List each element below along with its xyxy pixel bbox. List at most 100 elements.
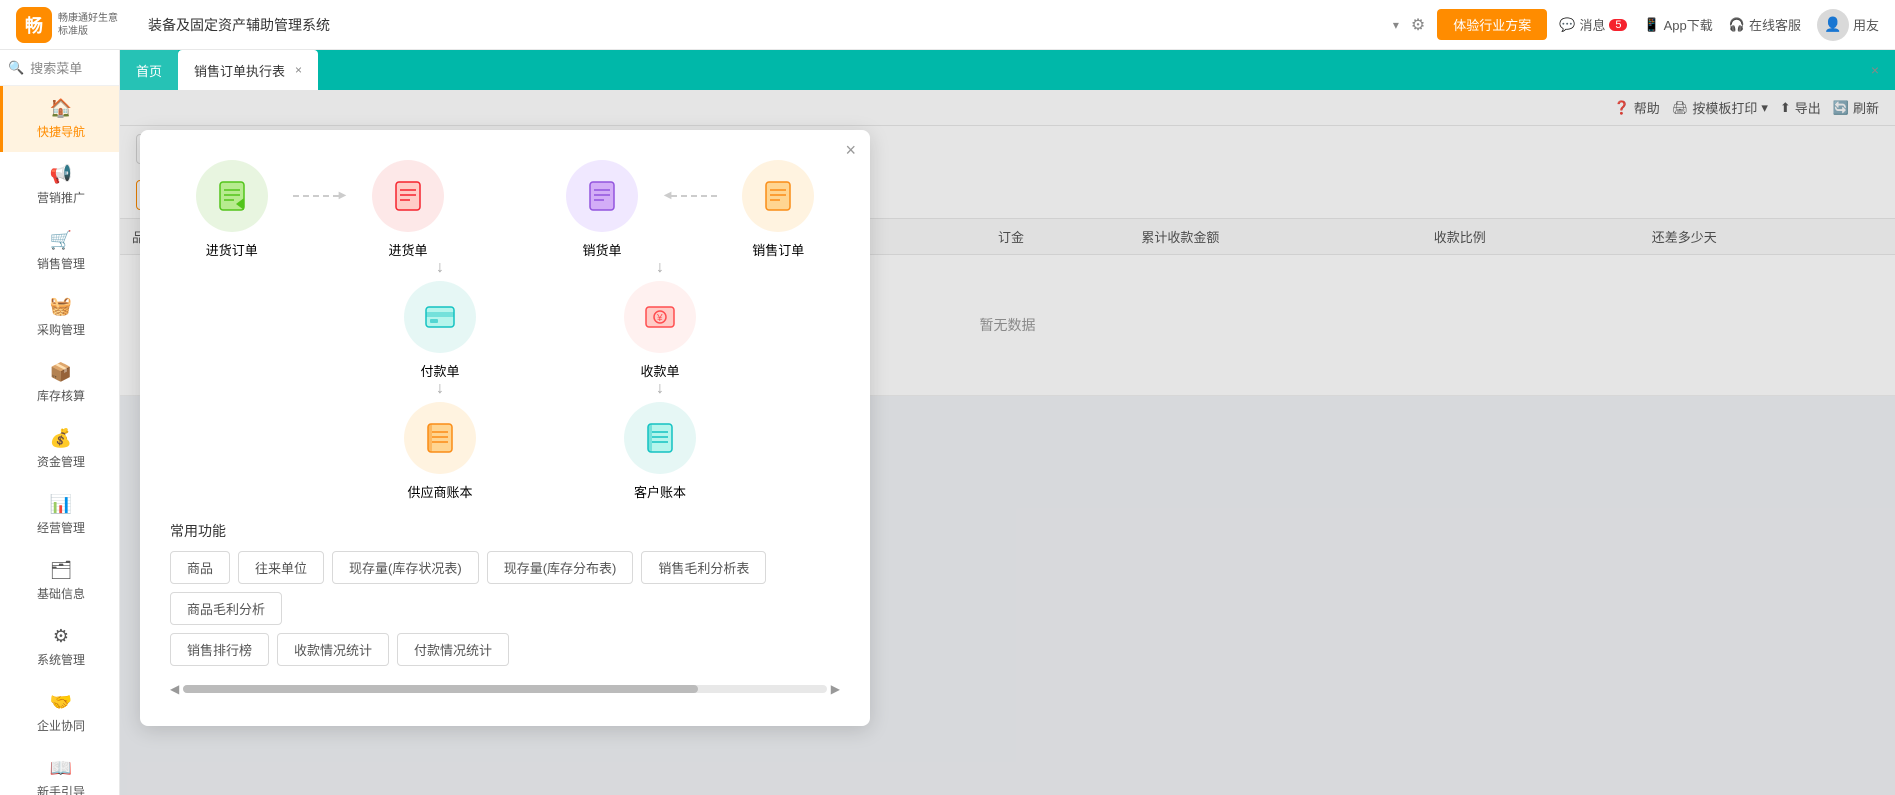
tab-sales-order[interactable]: 销售订单执行表 × bbox=[178, 50, 318, 90]
newbie-icon: 📖 bbox=[50, 758, 72, 779]
logo-icon: 畅 bbox=[16, 7, 52, 43]
collection-icon: ¥ bbox=[624, 281, 696, 353]
sales-receipt-label: 销货单 bbox=[582, 240, 621, 259]
online-service-action[interactable]: 🎧 在线客服 bbox=[1729, 15, 1801, 34]
scroll-right-arrow[interactable]: ▶ bbox=[831, 682, 840, 696]
btn-counterpart[interactable]: 往来单位 bbox=[238, 551, 324, 584]
sidebar-item-sales[interactable]: 🛒 销售管理 bbox=[0, 218, 119, 284]
btn-sales-rank[interactable]: 销售排行榜 bbox=[170, 633, 269, 666]
app-download-label: App下载 bbox=[1664, 15, 1713, 34]
btn-collection-stats[interactable]: 收款情况统计 bbox=[277, 633, 389, 666]
btn-stock-dist[interactable]: 现存量(库存分布表) bbox=[487, 551, 634, 584]
flow-node-customer-ledger[interactable]: 客户账本 bbox=[590, 402, 730, 501]
sales-order-label: 销售订单 bbox=[752, 240, 804, 259]
user-name: 用友 bbox=[1853, 15, 1879, 34]
sidebar-item-system[interactable]: ⚙ 系统管理 bbox=[0, 614, 119, 680]
flow-down-row-2: ↓ ↓ bbox=[170, 380, 840, 398]
sales-receipt-icon bbox=[566, 160, 638, 232]
btn-product[interactable]: 商品 bbox=[170, 551, 230, 584]
flow-node-collection[interactable]: ¥ 收款单 bbox=[590, 281, 730, 380]
purchase-icon: 🧺 bbox=[50, 296, 72, 317]
scroll-track[interactable] bbox=[183, 685, 827, 693]
sales-order-icon bbox=[742, 160, 814, 232]
purchase-order-icon bbox=[196, 160, 268, 232]
flow-diagram: 进货订单 ▶ 进 bbox=[170, 160, 840, 501]
sidebar-item-quick-label: 快捷导航 bbox=[37, 123, 85, 140]
sidebar-item-purchase[interactable]: 🧺 采购管理 bbox=[0, 284, 119, 350]
search-label: 搜索菜单 bbox=[30, 58, 82, 77]
scroll-thumb[interactable] bbox=[183, 685, 698, 693]
tab-close-icon[interactable]: × bbox=[295, 63, 302, 77]
collab-icon: 🤝 bbox=[50, 692, 72, 713]
flow-node-payment[interactable]: 付款单 bbox=[370, 281, 510, 380]
user-avatar: 👤 bbox=[1817, 9, 1849, 41]
common-buttons-group: 商品 往来单位 现存量(库存状况表) 现存量(库存分布表) 销售毛利分析表 商品… bbox=[170, 551, 840, 625]
experience-button[interactable]: 体验行业方案 bbox=[1437, 9, 1547, 40]
btn-payment-stats[interactable]: 付款情况统计 bbox=[397, 633, 509, 666]
sidebar-item-finance[interactable]: 💰 资金管理 bbox=[0, 416, 119, 482]
sidebar-item-collab[interactable]: 🤝 企业协同 bbox=[0, 680, 119, 746]
sidebar-item-inventory-label: 库存核算 bbox=[37, 387, 85, 404]
settings-icon[interactable]: ⚙ bbox=[1411, 15, 1425, 35]
flow-node-sales-receipt[interactable]: 销货单 bbox=[540, 160, 663, 259]
sidebar-item-system-label: 系统管理 bbox=[37, 651, 85, 668]
flow-node-purchase-receipt[interactable]: 进货单 bbox=[346, 160, 469, 259]
operations-icon: 📊 bbox=[50, 494, 72, 515]
collection-label: 收款单 bbox=[640, 361, 679, 380]
popup-close-button[interactable]: × bbox=[845, 140, 856, 161]
sidebar-item-marketing-label: 营销推广 bbox=[37, 189, 85, 206]
sidebar-item-inventory[interactable]: 📦 库存核算 bbox=[0, 350, 119, 416]
service-icon: 🎧 bbox=[1729, 17, 1745, 33]
btn-sales-profit[interactable]: 销售毛利分析表 bbox=[641, 551, 766, 584]
top-bar: 畅 畅康通好生意 标准版 装备及固定资产辅助管理系统 ▾ ⚙ 体验行业方案 💬 … bbox=[0, 0, 1895, 50]
customer-ledger-icon bbox=[624, 402, 696, 474]
online-service-label: 在线客服 bbox=[1749, 15, 1801, 34]
payment-label: 付款单 bbox=[420, 361, 459, 380]
purchase-order-label: 进货订单 bbox=[206, 240, 258, 259]
system-title: 装备及固定资产辅助管理系统 bbox=[148, 15, 1381, 35]
btn-stock-status[interactable]: 现存量(库存状况表) bbox=[332, 551, 479, 584]
flow-down-row: ↓ ↓ bbox=[170, 259, 840, 277]
message-badge: 5 bbox=[1609, 19, 1627, 31]
flow-node-supplier-ledger[interactable]: 供应商账本 bbox=[370, 402, 510, 501]
supplier-ledger-icon bbox=[404, 402, 476, 474]
sales-icon: 🛒 bbox=[50, 230, 72, 251]
sidebar: 🔍 搜索菜单 🏠 快捷导航 📢 营销推广 🛒 销售管理 🧺 采购管理 📦 bbox=[0, 50, 120, 795]
app-download-action[interactable]: 📱 App下载 bbox=[1643, 15, 1712, 34]
sidebar-item-newbie-label: 新手引导 bbox=[37, 783, 85, 795]
dropdown-icon[interactable]: ▾ bbox=[1393, 18, 1399, 32]
flow-node-purchase-order[interactable]: 进货订单 bbox=[170, 160, 293, 259]
tab-sales-order-label: 销售订单执行表 bbox=[194, 61, 285, 80]
user-action[interactable]: 👤 用友 bbox=[1817, 9, 1879, 41]
sidebar-item-sales-label: 销售管理 bbox=[37, 255, 85, 272]
common-functions-title: 常用功能 bbox=[170, 521, 840, 541]
marketing-icon: 📢 bbox=[50, 164, 72, 185]
finance-icon: 💰 bbox=[50, 428, 72, 449]
sidebar-item-quick[interactable]: 🏠 快捷导航 bbox=[0, 86, 119, 152]
tab-home[interactable]: 首页 bbox=[120, 50, 178, 90]
content-area: 首页 销售订单执行表 × × ❓ 帮助 🖨 bbox=[120, 50, 1895, 795]
sidebar-item-newbie[interactable]: 📖 新手引导 bbox=[0, 746, 119, 795]
sidebar-item-marketing[interactable]: 📢 营销推广 bbox=[0, 152, 119, 218]
scroll-left-arrow[interactable]: ◀ bbox=[170, 682, 179, 696]
sidebar-item-basic[interactable]: 🗂 基础信息 bbox=[0, 548, 119, 614]
tab-bar-close[interactable]: × bbox=[1855, 62, 1895, 78]
sidebar-item-operations[interactable]: 📊 经营管理 bbox=[0, 482, 119, 548]
tab-home-label: 首页 bbox=[136, 61, 162, 80]
btn-product-profit[interactable]: 商品毛利分析 bbox=[170, 592, 282, 625]
main-area: 🔍 搜索菜单 🏠 快捷导航 📢 营销推广 🛒 销售管理 🧺 采购管理 📦 bbox=[0, 50, 1895, 795]
popup-scrollbar: ◀ ▶ bbox=[170, 682, 840, 696]
basic-icon: 🗂 bbox=[50, 560, 73, 581]
logo-area: 畅 畅康通好生意 标准版 bbox=[16, 7, 136, 43]
flow-row-2: 付款单 ¥ 收款单 bbox=[170, 281, 840, 380]
tab-bar: 首页 销售订单执行表 × × bbox=[120, 50, 1895, 90]
arrow-1: ▶ bbox=[293, 190, 346, 201]
sidebar-search[interactable]: 🔍 搜索菜单 bbox=[0, 50, 119, 86]
flow-row-1: 进货订单 ▶ 进 bbox=[170, 160, 840, 259]
common-functions-section: 常用功能 商品 往来单位 现存量(库存状况表) 现存量(库存分布表) 销售毛利分… bbox=[170, 521, 840, 666]
sidebar-item-finance-label: 资金管理 bbox=[37, 453, 85, 470]
message-action[interactable]: 💬 消息 5 bbox=[1559, 15, 1627, 34]
message-icon: 💬 bbox=[1559, 17, 1575, 33]
flow-node-sales-order[interactable]: 销售订单 bbox=[717, 160, 840, 259]
svg-text:¥: ¥ bbox=[656, 313, 663, 324]
